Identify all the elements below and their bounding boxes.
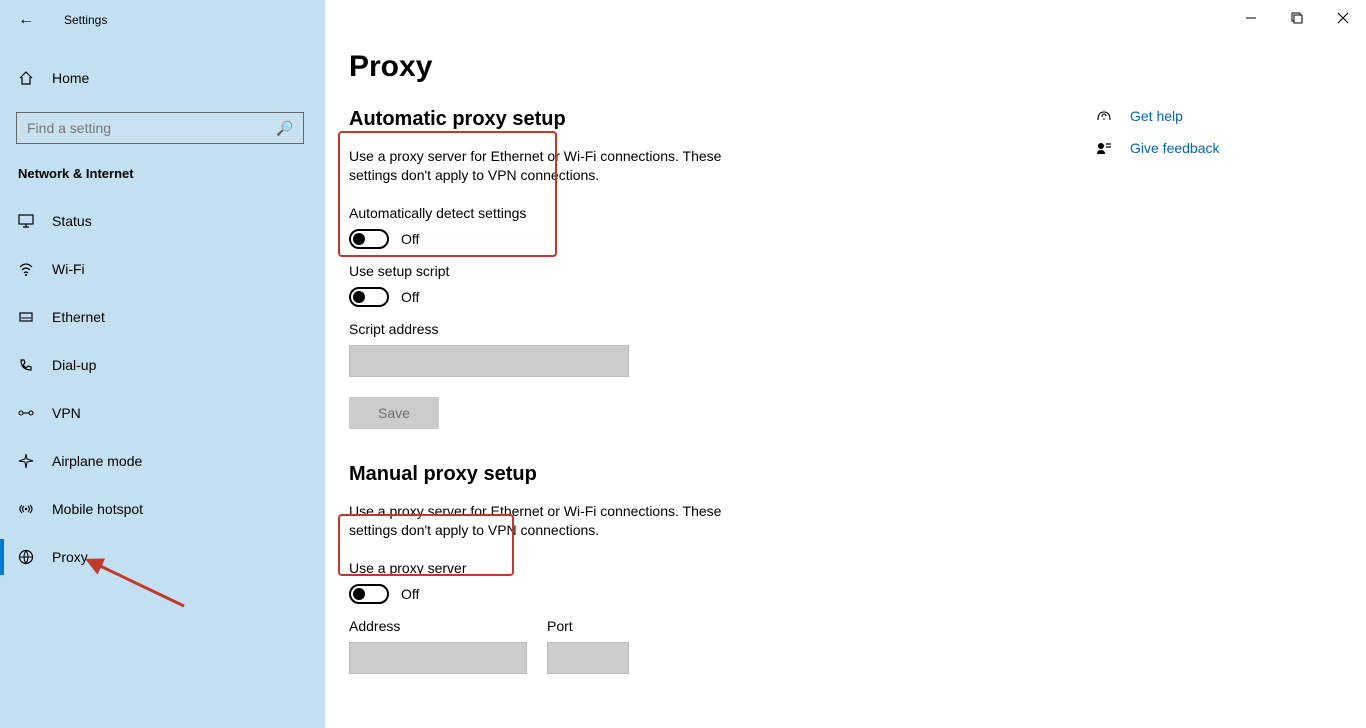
give-feedback-link[interactable]: Give feedback: [1096, 132, 1326, 164]
help-icon: [1096, 108, 1116, 124]
header: ← Settings: [0, 0, 325, 40]
sidebar-item-label: VPN: [52, 405, 81, 421]
address-col: Address: [349, 618, 527, 674]
nav-list: Status Wi-Fi Ethernet Dial-up VPN Airpla…: [0, 197, 325, 581]
auto-detect-label: Automatically detect settings: [349, 205, 1085, 221]
port-input: [547, 642, 629, 674]
sidebar-item-vpn[interactable]: VPN: [0, 389, 325, 437]
search-box[interactable]: 🔍: [16, 112, 304, 144]
help-panel: Get help Give feedback: [1096, 100, 1326, 164]
sidebar: ← Settings Home 🔍 Network & Internet Sta…: [0, 0, 325, 728]
sidebar-item-label: Ethernet: [52, 309, 105, 325]
sidebar-item-label: Dial-up: [52, 357, 96, 373]
auto-detect-state: Off: [401, 231, 419, 247]
manual-description: Use a proxy server for Ethernet or Wi-Fi…: [349, 502, 769, 540]
titlebar: [1228, 0, 1366, 36]
sidebar-item-label: Mobile hotspot: [52, 501, 143, 517]
use-proxy-label: Use a proxy server: [349, 560, 1085, 576]
sidebar-item-label: Status: [52, 213, 92, 229]
hotspot-icon: [18, 501, 38, 517]
app-title: Settings: [64, 13, 107, 27]
port-col: Port: [547, 618, 629, 674]
auto-detect-toggle[interactable]: [349, 229, 389, 249]
sidebar-item-label: Proxy: [52, 549, 88, 565]
search-input[interactable]: [17, 120, 303, 136]
sidebar-item-wifi[interactable]: Wi-Fi: [0, 245, 325, 293]
vpn-icon: [18, 405, 38, 421]
use-proxy-toggle[interactable]: [349, 584, 389, 604]
sidebar-item-dialup[interactable]: Dial-up: [0, 341, 325, 389]
home-link[interactable]: Home: [0, 58, 325, 98]
search-icon: 🔍: [276, 120, 293, 137]
setup-script-toggle-row: Off: [349, 287, 1085, 307]
setup-script-state: Off: [401, 289, 419, 305]
airplane-icon: [18, 453, 38, 469]
close-button[interactable]: [1320, 2, 1366, 34]
address-input: [349, 642, 527, 674]
sidebar-item-ethernet[interactable]: Ethernet: [0, 293, 325, 341]
home-icon: [18, 70, 38, 86]
sidebar-item-label: Wi-Fi: [52, 261, 85, 277]
port-label: Port: [547, 618, 629, 634]
auto-description: Use a proxy server for Ethernet or Wi-Fi…: [349, 147, 769, 185]
category-label: Network & Internet: [0, 144, 325, 187]
sidebar-item-status[interactable]: Status: [0, 197, 325, 245]
setup-script-label: Use setup script: [349, 263, 1085, 279]
setup-script-toggle[interactable]: [349, 287, 389, 307]
main: Proxy Automatic proxy setup Use a proxy …: [325, 0, 1366, 728]
get-help-link[interactable]: Get help: [1096, 100, 1326, 132]
back-icon[interactable]: ←: [18, 11, 34, 29]
sidebar-item-label: Airplane mode: [52, 453, 142, 469]
phone-icon: [18, 357, 38, 373]
use-proxy-toggle-row: Off: [349, 584, 1085, 604]
use-proxy-state: Off: [401, 586, 419, 602]
save-button: Save: [349, 397, 439, 429]
address-label: Address: [349, 618, 527, 634]
manual-heading: Manual proxy setup: [349, 463, 1085, 486]
home-label: Home: [52, 70, 89, 86]
auto-heading: Automatic proxy setup: [349, 108, 1085, 131]
search-wrap: 🔍: [0, 98, 325, 144]
content: Automatic proxy setup Use a proxy server…: [325, 84, 1085, 674]
feedback-icon: [1096, 140, 1116, 156]
get-help-label: Get help: [1130, 108, 1183, 124]
ethernet-icon: [18, 309, 38, 325]
sidebar-item-proxy[interactable]: Proxy: [0, 533, 325, 581]
script-address-input: [349, 345, 629, 377]
give-feedback-label: Give feedback: [1130, 140, 1220, 156]
sidebar-item-airplane[interactable]: Airplane mode: [0, 437, 325, 485]
maximize-button[interactable]: [1274, 2, 1320, 34]
monitor-icon: [18, 213, 38, 229]
script-address-label: Script address: [349, 321, 1085, 337]
address-port-row: Address Port: [349, 618, 1085, 674]
globe-icon: [18, 549, 38, 565]
minimize-button[interactable]: [1228, 2, 1274, 34]
page-title: Proxy: [325, 50, 1366, 84]
sidebar-item-hotspot[interactable]: Mobile hotspot: [0, 485, 325, 533]
auto-detect-toggle-row: Off: [349, 229, 1085, 249]
wifi-icon: [18, 261, 38, 277]
